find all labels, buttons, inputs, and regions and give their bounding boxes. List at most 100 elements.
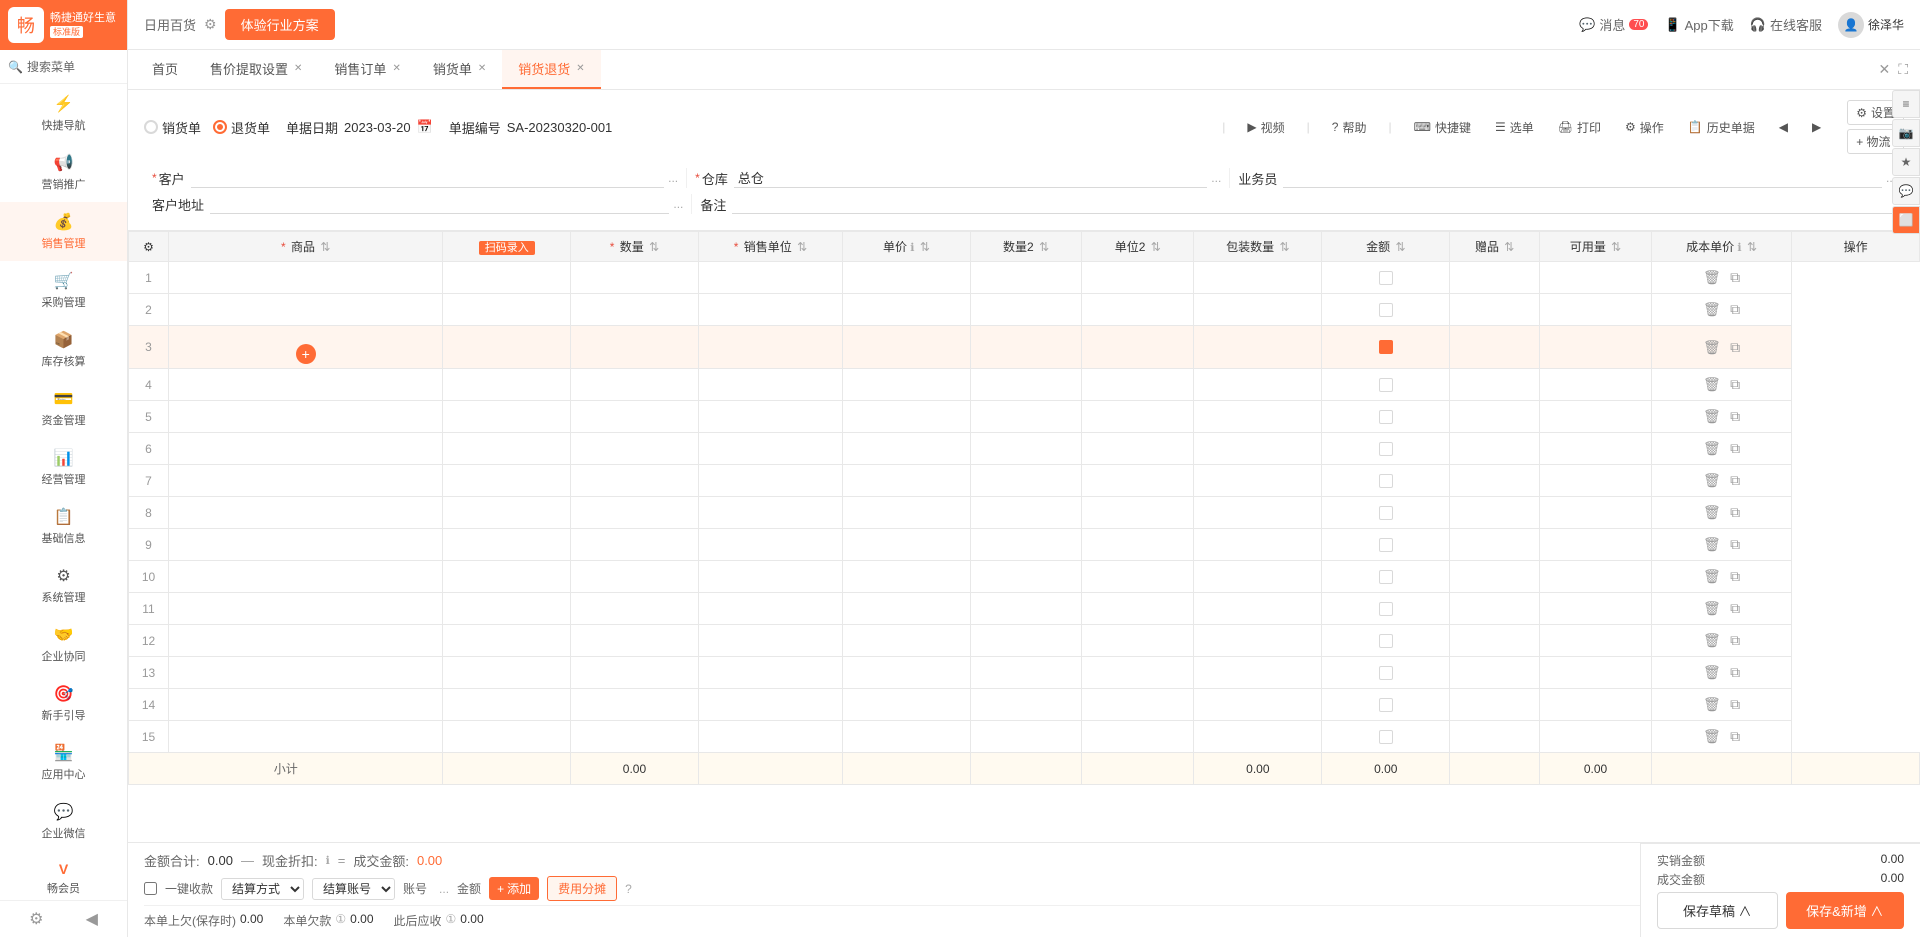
- prev-record-btn[interactable]: ◀: [1773, 117, 1794, 137]
- print-btn[interactable]: 🖨 打印: [1552, 116, 1607, 139]
- sidebar-item-enterprise[interactable]: 🤝 企业协同: [0, 615, 127, 674]
- row-pkg-qty-11[interactable]: [1082, 593, 1194, 625]
- save-draft-btn[interactable]: 保存草稿 ∧: [1657, 892, 1778, 929]
- delete-icon-9[interactable]: 🗑: [1703, 536, 1721, 552]
- row-cost-price-15[interactable]: [1540, 721, 1652, 753]
- row-available-4[interactable]: [1450, 369, 1540, 401]
- copy-icon-8[interactable]: ⧉: [1730, 504, 1740, 520]
- row-sales-unit-14[interactable]: [571, 689, 699, 721]
- row-unit-price-9[interactable]: [698, 529, 842, 561]
- copy-icon-10[interactable]: ⧉: [1730, 568, 1740, 584]
- row-unit2-4[interactable]: [970, 369, 1082, 401]
- row-amount-10[interactable]: [1194, 561, 1322, 593]
- gift-checkbox-1[interactable]: [1379, 271, 1393, 285]
- row-qty-10[interactable]: [443, 561, 571, 593]
- row-amount-11[interactable]: [1194, 593, 1322, 625]
- delete-icon-13[interactable]: 🗑: [1703, 664, 1721, 680]
- row-available-7[interactable]: [1450, 465, 1540, 497]
- delete-icon-10[interactable]: 🗑: [1703, 568, 1721, 584]
- select-order-btn[interactable]: ☰ 选单: [1489, 116, 1540, 139]
- row-unit-price-1[interactable]: [698, 262, 842, 294]
- row-qty2-14[interactable]: [843, 689, 971, 721]
- row-product-5[interactable]: [169, 401, 443, 433]
- row-product-9[interactable]: [169, 529, 443, 561]
- add-row-btn[interactable]: +: [296, 344, 316, 364]
- calendar-icon[interactable]: 📅: [417, 119, 433, 135]
- row-qty-2[interactable]: [443, 294, 571, 326]
- topbar-settings-icon[interactable]: ⚙: [204, 16, 217, 33]
- row-unit-price-11[interactable]: [698, 593, 842, 625]
- row-unit-price-6[interactable]: [698, 433, 842, 465]
- row-product-13[interactable]: [169, 657, 443, 689]
- row-amount-13[interactable]: [1194, 657, 1322, 689]
- online-service-btn[interactable]: 🎧 在线客服: [1750, 15, 1822, 34]
- row-gift-9[interactable]: [1322, 529, 1450, 561]
- tab-sales-order[interactable]: 销售订单 ✕: [318, 50, 416, 89]
- row-gift-8[interactable]: [1322, 497, 1450, 529]
- accounting-select[interactable]: 结算账号: [312, 878, 395, 900]
- row-amount-12[interactable]: [1194, 625, 1322, 657]
- delete-icon-2[interactable]: 🗑: [1703, 301, 1721, 317]
- row-qty-7[interactable]: [443, 465, 571, 497]
- row-pkg-qty-3[interactable]: [1082, 326, 1194, 369]
- row-sales-unit-15[interactable]: [571, 721, 699, 753]
- row-qty2-12[interactable]: [843, 625, 971, 657]
- row-amount-14[interactable]: [1194, 689, 1322, 721]
- row-sales-unit-13[interactable]: [571, 657, 699, 689]
- row-amount-3[interactable]: [1194, 326, 1322, 369]
- row-amount-6[interactable]: [1194, 433, 1322, 465]
- delete-icon-8[interactable]: 🗑: [1703, 504, 1721, 520]
- row-available-6[interactable]: [1450, 433, 1540, 465]
- row-qty2-9[interactable]: [843, 529, 971, 561]
- row-gift-14[interactable]: [1322, 689, 1450, 721]
- row-gift-10[interactable]: [1322, 561, 1450, 593]
- gift-checkbox-13[interactable]: [1379, 666, 1393, 680]
- row-unit2-9[interactable]: [970, 529, 1082, 561]
- row-product-7[interactable]: [169, 465, 443, 497]
- row-amount-15[interactable]: [1194, 721, 1322, 753]
- row-product-8[interactable]: [169, 497, 443, 529]
- sidebar-settings-btn[interactable]: ⚙: [29, 909, 43, 929]
- delete-icon-1[interactable]: 🗑: [1703, 269, 1721, 285]
- tab-close-sales-delivery[interactable]: ✕: [478, 63, 486, 74]
- shortcut-btn[interactable]: ⌨ 快捷键: [1408, 116, 1477, 139]
- message-btn[interactable]: 💬 消息 70: [1579, 15, 1648, 34]
- row-product-4[interactable]: [169, 369, 443, 401]
- row-product-2[interactable]: [169, 294, 443, 326]
- right-panel-btn-2[interactable]: 📷: [1892, 119, 1920, 147]
- window-close-btn[interactable]: ✕: [1878, 61, 1890, 78]
- row-cost-price-12[interactable]: [1540, 625, 1652, 657]
- row-qty2-1[interactable]: [843, 262, 971, 294]
- row-qty-4[interactable]: [443, 369, 571, 401]
- row-unit2-1[interactable]: [970, 262, 1082, 294]
- row-gift-1[interactable]: [1322, 262, 1450, 294]
- row-sales-unit-2[interactable]: [571, 294, 699, 326]
- delete-icon-4[interactable]: 🗑: [1703, 376, 1721, 392]
- row-qty-9[interactable]: [443, 529, 571, 561]
- row-cost-price-6[interactable]: [1540, 433, 1652, 465]
- row-unit2-5[interactable]: [970, 401, 1082, 433]
- row-cost-price-14[interactable]: [1540, 689, 1652, 721]
- row-sales-unit-11[interactable]: [571, 593, 699, 625]
- row-pkg-qty-10[interactable]: [1082, 561, 1194, 593]
- row-qty2-6[interactable]: [843, 433, 971, 465]
- trial-button[interactable]: 体验行业方案: [225, 9, 335, 40]
- row-unit2-8[interactable]: [970, 497, 1082, 529]
- row-unit-price-15[interactable]: [698, 721, 842, 753]
- row-unit2-15[interactable]: [970, 721, 1082, 753]
- right-panel-btn-1[interactable]: ≡: [1892, 90, 1920, 118]
- remark-input[interactable]: [732, 194, 1896, 214]
- customer-addr-input[interactable]: [210, 194, 669, 214]
- row-unit2-2[interactable]: [970, 294, 1082, 326]
- copy-icon-2[interactable]: ⧉: [1730, 301, 1740, 317]
- gift-checkbox-8[interactable]: [1379, 506, 1393, 520]
- sidebar-collapse-btn[interactable]: ◀: [86, 909, 98, 929]
- customer-dots-btn[interactable]: ...: [668, 171, 678, 185]
- operate-btn[interactable]: ⚙ 操作: [1619, 116, 1670, 139]
- gift-checkbox-15[interactable]: [1379, 730, 1393, 744]
- row-amount-1[interactable]: [1194, 262, 1322, 294]
- app-download-btn[interactable]: 📱 App下载: [1664, 15, 1733, 34]
- sidebar-item-finance[interactable]: 💳 资金管理: [0, 379, 127, 438]
- row-pkg-qty-9[interactable]: [1082, 529, 1194, 561]
- row-qty-5[interactable]: [443, 401, 571, 433]
